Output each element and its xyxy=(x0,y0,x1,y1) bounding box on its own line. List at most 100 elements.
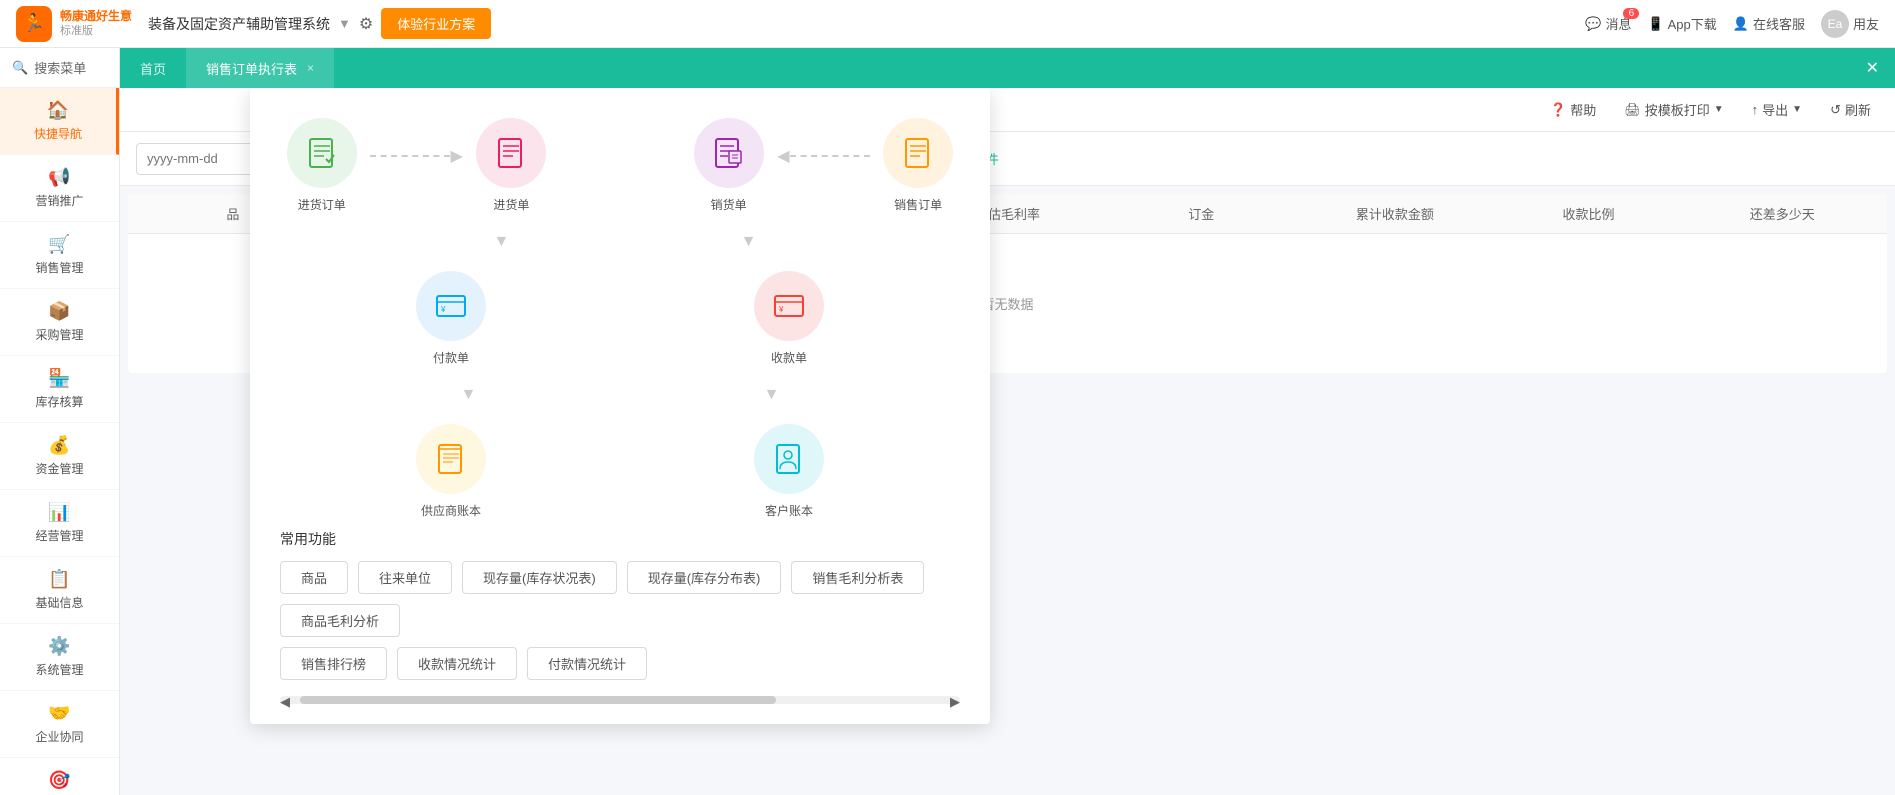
func-btn-8[interactable]: 付款情况统计 xyxy=(527,647,647,680)
tab-sales-label: 销售订单执行表 xyxy=(206,59,297,78)
logo-line2: 标准版 xyxy=(60,24,132,38)
page-content: ❓ 帮助 🖨 按模板打印 ▼ ↑ 导出 ▼ ↺ 刷 xyxy=(120,88,1895,795)
online-service-label: 在线客服 xyxy=(1753,14,1805,33)
sidebar-item-label: 销售管理 xyxy=(35,259,83,276)
scroll-right-btn[interactable]: ▶ xyxy=(950,694,960,710)
scroll-thumb[interactable] xyxy=(300,696,776,704)
scroll-left-btn[interactable]: ◀ xyxy=(280,694,290,710)
sidebar-item-marketing[interactable]: 📢 营销推广 xyxy=(0,155,119,222)
func-btn-6[interactable]: 销售排行榜 xyxy=(280,647,387,680)
window-close-btn[interactable]: ✕ xyxy=(1850,58,1895,78)
tab-home[interactable]: 首页 xyxy=(120,48,186,88)
message-btn[interactable]: 💬 消息 6 xyxy=(1585,14,1631,33)
popup-overlay: 进货订单 ▶ xyxy=(120,88,1895,795)
tab-bar: 首页 销售订单执行表 × ✕ xyxy=(120,48,1895,88)
func-btn-7[interactable]: 收款情况统计 xyxy=(397,647,517,680)
sidebar-item-label: 系统管理 xyxy=(35,661,83,678)
node-label-2: 销货单 xyxy=(711,196,747,213)
func-btn-4[interactable]: 销售毛利分析表 xyxy=(791,561,924,594)
online-service-btn[interactable]: 👤 在线客服 xyxy=(1733,14,1805,33)
sidebar-item-operations[interactable]: 📊 经营管理 xyxy=(0,490,119,557)
newcomer-icon: 🎯 xyxy=(48,770,70,791)
node-label-4: 付款单 xyxy=(433,349,469,366)
sidebar-item-purchase[interactable]: 📦 采购管理 xyxy=(0,289,119,356)
svg-text:¥: ¥ xyxy=(778,305,784,314)
purchase-icon: 📦 xyxy=(48,301,70,322)
flow-node-customer-ledger[interactable]: 客户账本 xyxy=(754,424,824,519)
sidebar-item-label: 资金管理 xyxy=(35,460,83,477)
node-label-3: 销售订单 xyxy=(894,196,942,213)
logo-text: 畅康通好生意 标准版 xyxy=(60,9,132,39)
sales-order-icon xyxy=(900,135,936,171)
node-label-0: 进货订单 xyxy=(298,196,346,213)
finance-icon: 💰 xyxy=(48,435,70,456)
settings-icon[interactable]: ⚙ xyxy=(359,14,373,34)
flow-node-purchase-bill[interactable]: 进货单 xyxy=(476,118,546,213)
user-menu[interactable]: Ea 用友 xyxy=(1821,10,1879,38)
sidebar-item-label: 快捷导航 xyxy=(34,125,82,142)
supplier-ledger-icon xyxy=(433,441,469,477)
system-icon: ⚙️ xyxy=(48,636,70,657)
message-badge: 6 xyxy=(1623,8,1639,19)
top-right-area: 💬 消息 6 📱 App下载 👤 在线客服 Ea 用友 xyxy=(1585,10,1879,38)
app-download-label: App下载 xyxy=(1668,14,1717,33)
node-label-5: 收款单 xyxy=(771,349,807,366)
quick-nav-icon: 🏠 xyxy=(47,100,69,121)
logo-icon: 🏃 xyxy=(16,6,52,42)
experience-btn[interactable]: 体验行业方案 xyxy=(381,8,491,39)
tab-close-btn[interactable]: × xyxy=(307,61,314,75)
system-title: 装备及固定资产辅助管理系统 xyxy=(148,14,330,34)
sales-bill-icon xyxy=(711,135,747,171)
flow-node-receipt[interactable]: ¥ 收款单 xyxy=(754,271,824,366)
sidebar-item-label: 基础信息 xyxy=(35,594,83,611)
sidebar-item-label: 营销推广 xyxy=(35,192,83,209)
popup-scrollbar[interactable]: ◀ ▶ xyxy=(280,696,960,704)
tab-sales-order[interactable]: 销售订单执行表 × xyxy=(186,48,334,88)
system-dropdown-icon[interactable]: ▼ xyxy=(338,16,351,31)
sidebar-item-label: 库存核算 xyxy=(35,393,83,410)
sidebar-item-quick-nav[interactable]: 🏠 快捷导航 xyxy=(0,88,119,155)
function-buttons-row2: 销售排行榜 收款情况统计 付款情况统计 xyxy=(280,647,960,680)
flow-node-purchase-order[interactable]: 进货订单 xyxy=(287,118,357,213)
sidebar-item-label: 采购管理 xyxy=(35,326,83,343)
func-btn-1[interactable]: 往来单位 xyxy=(358,561,452,594)
flow-node-payment[interactable]: ¥ 付款单 xyxy=(416,271,486,366)
sidebar-item-system[interactable]: ⚙️ 系统管理 xyxy=(0,624,119,691)
purchase-order-icon xyxy=(304,135,340,171)
func-btn-2[interactable]: 现存量(库存状况表) xyxy=(462,561,617,594)
content-area: 首页 销售订单执行表 × ✕ ❓ 帮助 🖨 按 xyxy=(120,48,1895,795)
func-btn-0[interactable]: 商品 xyxy=(280,561,348,594)
flow-node-sales-order[interactable]: 销售订单 xyxy=(883,118,953,213)
download-icon: 📱 xyxy=(1647,16,1663,32)
search-menu[interactable]: 🔍 搜索菜单 xyxy=(0,48,119,88)
sidebar-item-label: 企业协同 xyxy=(35,728,83,745)
node-label-1: 进货单 xyxy=(493,196,529,213)
sidebar-item-label: 经营管理 xyxy=(35,527,83,544)
sidebar-item-basic-info[interactable]: 📋 基础信息 xyxy=(0,557,119,624)
customer-ledger-icon xyxy=(771,441,807,477)
app-download-btn[interactable]: 📱 App下载 xyxy=(1647,14,1716,33)
marketing-icon: 📢 xyxy=(48,167,70,188)
common-functions-title: 常用功能 xyxy=(280,529,960,549)
search-menu-label: 搜索菜单 xyxy=(34,58,86,77)
flow-node-sales-bill[interactable]: 销货单 xyxy=(694,118,764,213)
func-btn-3[interactable]: 现存量(库存分布表) xyxy=(627,561,782,594)
flow-node-supplier-ledger[interactable]: 供应商账本 xyxy=(416,424,486,519)
basic-info-icon: 📋 xyxy=(48,569,70,590)
svg-text:¥: ¥ xyxy=(440,305,446,314)
sidebar-item-newcomer[interactable]: 🎯 新手引导 xyxy=(0,758,119,795)
inventory-icon: 🏪 xyxy=(48,368,70,389)
user-avatar: Ea xyxy=(1821,10,1849,38)
enterprise-icon: 🤝 xyxy=(48,703,70,724)
avatar-text: Ea xyxy=(1828,17,1843,31)
sidebar-item-sales[interactable]: 🛒 销售管理 xyxy=(0,222,119,289)
sales-icon: 🛒 xyxy=(48,234,70,255)
function-buttons-row1: 商品 往来单位 现存量(库存状况表) 现存量(库存分布表) 销售毛利分析表 商品… xyxy=(280,561,960,637)
tab-home-label: 首页 xyxy=(140,59,166,78)
logo-line1: 畅康通好生意 xyxy=(60,9,132,25)
sidebar-item-enterprise[interactable]: 🤝 企业协同 xyxy=(0,691,119,758)
func-btn-5[interactable]: 商品毛利分析 xyxy=(280,604,400,637)
sidebar-item-inventory[interactable]: 🏪 库存核算 xyxy=(0,356,119,423)
sidebar-item-finance[interactable]: 💰 资金管理 xyxy=(0,423,119,490)
service-icon: 👤 xyxy=(1733,16,1749,32)
